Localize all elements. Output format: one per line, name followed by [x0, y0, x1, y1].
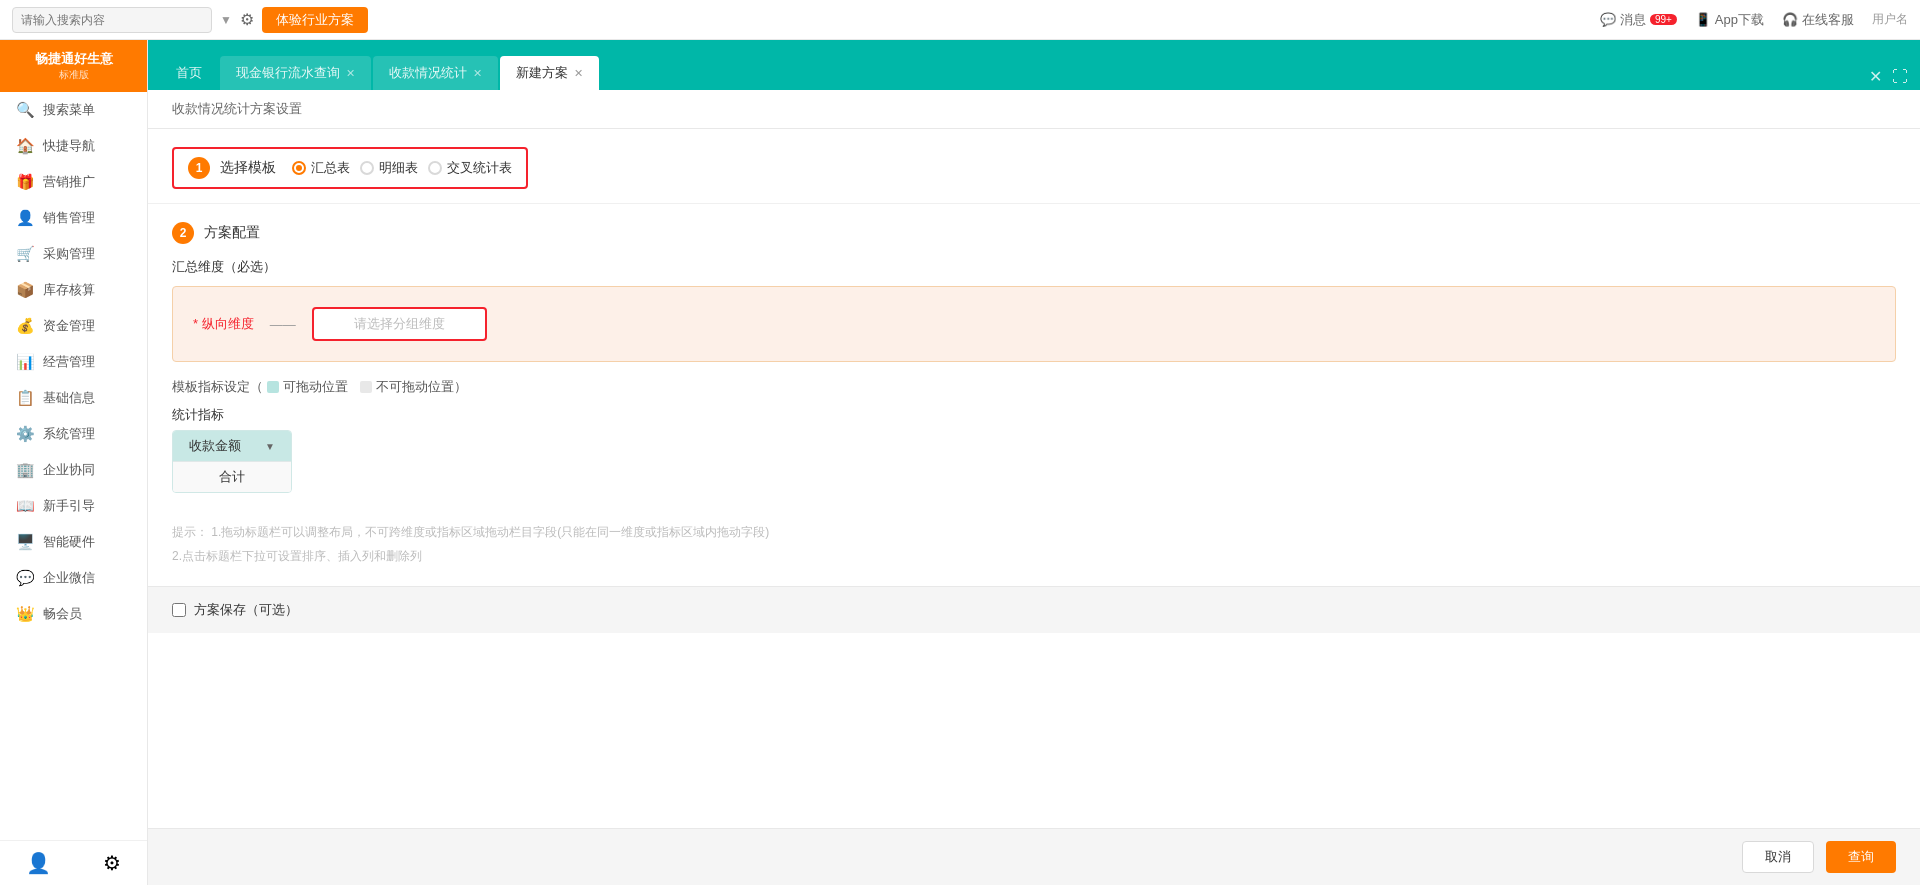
money-icon: 💰: [16, 317, 35, 335]
chevron-down-icon: ▼: [220, 13, 232, 27]
metrics-table-cell: 合计: [173, 461, 291, 492]
tab-expand-icon[interactable]: ⛶: [1892, 68, 1908, 86]
tab-collection-stats[interactable]: 收款情况统计 ✕: [373, 56, 498, 90]
sidebar-item-marketing[interactable]: 🎁 营销推广: [0, 164, 147, 200]
sidebar-item-wechat[interactable]: 💬 企业微信: [0, 560, 147, 596]
settings-bottom-icon[interactable]: ⚙: [103, 851, 121, 875]
dimension-area: * 纵向维度 —— 请选择分组维度: [172, 286, 1896, 362]
dimension-title: 汇总维度（必选）: [172, 258, 1896, 276]
query-button[interactable]: 查询: [1826, 841, 1896, 873]
tab-close-bank[interactable]: ✕: [346, 67, 355, 80]
tab-close-collection[interactable]: ✕: [473, 67, 482, 80]
sidebar-item-search-menu[interactable]: 🔍 搜索菜单: [0, 92, 147, 128]
sidebar-item-finance[interactable]: 💰 资金管理: [0, 308, 147, 344]
step1-title: 选择模板: [220, 159, 276, 177]
tab-bank-flow[interactable]: 现金银行流水查询 ✕: [220, 56, 371, 90]
save-section: 方案保存（可选）: [148, 587, 1920, 633]
book-icon: 📖: [16, 497, 35, 515]
vertical-dim-label: * 纵向维度: [193, 315, 254, 333]
metrics-table: 收款金额 ▼ 合计: [172, 430, 292, 493]
metrics-section-title: 模板指标设定（: [172, 378, 263, 396]
legend-movable: 可拖动位置: [267, 378, 348, 396]
notification-badge: 99+: [1650, 14, 1677, 25]
user-name: 用户名: [1872, 11, 1908, 28]
headset-icon: 🎧: [1782, 12, 1798, 27]
step1-badge: 1: [188, 157, 210, 179]
sidebar-item-quick-nav[interactable]: 🏠 快捷导航: [0, 128, 147, 164]
app-download[interactable]: 📱 App下载: [1695, 11, 1764, 29]
radio-summary[interactable]: 汇总表: [292, 159, 350, 177]
tab-home[interactable]: 首页: [160, 56, 218, 90]
tab-new-plan[interactable]: 新建方案 ✕: [500, 56, 599, 90]
sidebar-item-purchase[interactable]: 🛒 采购管理: [0, 236, 147, 272]
dropdown-arrow-icon: ▼: [265, 441, 275, 452]
save-label: 方案保存（可选）: [194, 601, 298, 619]
legend-fixed: 不可拖动位置）: [360, 378, 467, 396]
box-icon: 📦: [16, 281, 35, 299]
tips-area: 提示： 1.拖动标题栏可以调整布局，不可跨维度或指标区域拖动栏目字段(只能在同一…: [172, 504, 1896, 576]
sidebar-item-basic-info[interactable]: 📋 基础信息: [0, 380, 147, 416]
radio-cross[interactable]: 交叉统计表: [428, 159, 512, 177]
user-avatar[interactable]: 👤: [26, 851, 51, 875]
building-icon: 🏢: [16, 461, 35, 479]
gear-icon[interactable]: ⚙: [240, 10, 254, 29]
step2-badge: 2: [172, 222, 194, 244]
mobile-icon: 📱: [1695, 12, 1711, 27]
sidebar-logo: 畅捷通好生意 标准版: [0, 40, 147, 92]
step2-title: 方案配置: [204, 224, 260, 242]
sidebar-item-operations[interactable]: 📊 经营管理: [0, 344, 147, 380]
radio-detail[interactable]: 明细表: [360, 159, 418, 177]
settings-icon: ⚙️: [16, 425, 35, 443]
chat-icon: 💬: [16, 569, 35, 587]
message-icon: 💬: [1600, 12, 1616, 27]
cancel-button[interactable]: 取消: [1742, 841, 1814, 873]
industry-btn[interactable]: 体验行业方案: [262, 7, 368, 33]
sidebar-item-inventory[interactable]: 📦 库存核算: [0, 272, 147, 308]
sidebar-item-sales[interactable]: 👤 销售管理: [0, 200, 147, 236]
sidebar-item-guide[interactable]: 📖 新手引导: [0, 488, 147, 524]
dim-select-box[interactable]: 请选择分组维度: [312, 307, 487, 341]
sidebar-item-hardware[interactable]: 🖥️ 智能硬件: [0, 524, 147, 560]
crown-icon: 👑: [16, 605, 35, 623]
gift-icon: 🎁: [16, 173, 35, 191]
clipboard-icon: 📋: [16, 389, 35, 407]
chart-icon: 📊: [16, 353, 35, 371]
notifications[interactable]: 💬 消息 99+: [1600, 11, 1677, 29]
metrics-table-header[interactable]: 收款金额 ▼: [173, 431, 291, 461]
online-support[interactable]: 🎧 在线客服: [1782, 11, 1854, 29]
cart-icon: 🛒: [16, 245, 35, 263]
search-icon: 🔍: [16, 101, 35, 119]
metrics-group-label: 统计指标: [172, 406, 1896, 424]
person-icon: 👤: [16, 209, 35, 227]
sidebar-item-system[interactable]: ⚙️ 系统管理: [0, 416, 147, 452]
search-input[interactable]: [12, 7, 212, 33]
tab-close-window[interactable]: ✕: [1869, 67, 1882, 86]
sidebar-item-member[interactable]: 👑 畅会员: [0, 596, 147, 632]
sidebar-item-enterprise[interactable]: 🏢 企业协同: [0, 452, 147, 488]
page-header: 收款情况统计方案设置: [148, 90, 1920, 129]
monitor-icon: 🖥️: [16, 533, 35, 551]
save-checkbox[interactable]: [172, 603, 186, 617]
dim-arrow: ——: [270, 317, 296, 332]
page-footer: 取消 查询: [148, 828, 1920, 885]
tab-close-new-plan[interactable]: ✕: [574, 67, 583, 80]
home-icon: 🏠: [16, 137, 35, 155]
